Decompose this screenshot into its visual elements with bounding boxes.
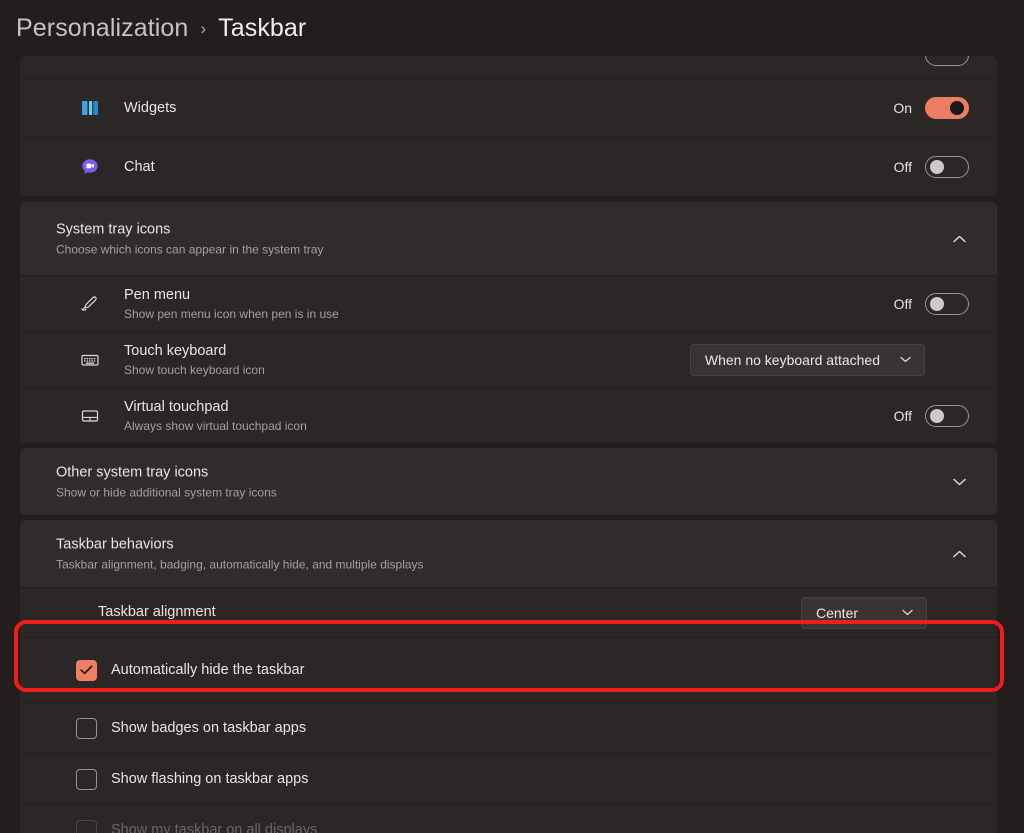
section-system-tray-icons-subtitle: Choose which icons can appear in the sys…	[56, 242, 324, 256]
row-virtual-touchpad-texts: Virtual touchpad Always show virtual tou…	[124, 398, 997, 434]
checkbox-group-show-badges[interactable]: Show badges on taskbar apps	[20, 717, 307, 739]
pen-menu-toggle[interactable]	[925, 292, 969, 315]
breadcrumb: Personalization › Taskbar	[0, 0, 1024, 56]
row-touch-keyboard[interactable]: Touch keyboard Show touch keyboard icon …	[20, 332, 997, 387]
section-header-taskbar-behaviors[interactable]: Taskbar behaviors Taskbar alignment, bad…	[20, 520, 997, 587]
section-other-system-tray-icons-subtitle: Show or hide additional system tray icon…	[56, 485, 277, 499]
section-other-system-tray-icons-texts: Other system tray icons Show or hide add…	[56, 463, 277, 500]
row-show-on-all-displays: Show my taskbar on all displays	[20, 805, 997, 833]
row-pen-menu-title: Pen menu	[124, 286, 191, 303]
breadcrumb-separator-icon: ›	[200, 19, 207, 38]
row-pen-menu[interactable]: Pen menu Show pen menu icon when pen is …	[20, 276, 997, 331]
checkbox-label-show-on-all-displays: Show my taskbar on all displays	[111, 822, 318, 833]
virtual-touchpad-toggle[interactable]	[925, 404, 969, 427]
chevron-down-icon	[900, 606, 914, 620]
chat-icon	[78, 155, 102, 179]
pen-menu-toggle-knob	[930, 296, 944, 311]
virtual-touchpad-toggle-label: Off	[893, 407, 912, 424]
chat-toggle-label: Off	[893, 159, 912, 175]
row-widgets[interactable]: Widgets On	[20, 79, 997, 137]
widgets-toggle-knob	[950, 101, 964, 115]
breadcrumb-parent-link[interactable]: Personalization	[16, 14, 188, 43]
chat-toggle[interactable]	[925, 156, 969, 178]
chat-toggle-knob	[930, 160, 944, 174]
settings-page: Personalization › Taskbar Widgets On Cha…	[0, 0, 1024, 833]
section-header-system-tray-icons[interactable]: System tray icons Choose which icons can…	[20, 202, 997, 275]
row-show-flashing[interactable]: Show flashing on taskbar apps	[20, 754, 997, 804]
row-virtual-touchpad-subtitle: Always show virtual touchpad icon	[124, 418, 307, 433]
checkbox-group-automatically-hide-taskbar[interactable]: Automatically hide the taskbar	[20, 659, 305, 681]
checkbox-label-show-badges: Show badges on taskbar apps	[111, 720, 307, 736]
touch-keyboard-dropdown-value: When no keyboard attached	[704, 351, 880, 368]
taskbar-alignment-dropdown-value: Center	[816, 604, 859, 621]
checkbox-show-flashing[interactable]	[76, 768, 97, 790]
chevron-up-icon[interactable]	[949, 544, 969, 564]
pen-menu-toggle-label: Off	[893, 295, 912, 312]
row-show-badges[interactable]: Show badges on taskbar apps	[20, 703, 997, 753]
checkbox-label-automatically-hide-taskbar: Automatically hide the taskbar	[111, 662, 305, 678]
section-taskbar-behaviors-texts: Taskbar behaviors Taskbar alignment, bad…	[56, 535, 424, 572]
row-pen-menu-subtitle: Show pen menu icon when pen is in use	[124, 306, 339, 321]
row-chat-title: Chat	[124, 158, 155, 175]
chevron-down-icon	[898, 353, 912, 367]
section-system-tray-icons-texts: System tray icons Choose which icons can…	[56, 220, 323, 257]
row-virtual-touchpad[interactable]: Virtual touchpad Always show virtual tou…	[20, 388, 997, 443]
row-widgets-title: Widgets	[124, 99, 177, 116]
pen-menu-toggle-group[interactable]: Off	[893, 292, 969, 315]
row-automatically-hide-taskbar[interactable]: Automatically hide the taskbar	[20, 638, 997, 702]
chat-toggle-group[interactable]: Off	[894, 156, 969, 178]
section-other-system-tray-icons-title: Other system tray icons	[56, 464, 209, 480]
section-header-other-system-tray-icons[interactable]: Other system tray icons Show or hide add…	[20, 448, 997, 515]
widgets-icon	[78, 96, 102, 120]
touch-keyboard-dropdown[interactable]: When no keyboard attached	[689, 343, 925, 376]
taskbar-alignment-dropdown[interactable]: Center	[801, 596, 927, 629]
partial-row-above[interactable]	[20, 56, 997, 78]
chevron-down-icon[interactable]	[949, 472, 969, 492]
widgets-toggle[interactable]	[925, 97, 969, 119]
checkbox-automatically-hide-taskbar[interactable]	[76, 659, 97, 681]
pen-icon	[78, 292, 102, 316]
section-taskbar-behaviors-subtitle: Taskbar alignment, badging, automaticall…	[56, 557, 424, 571]
chevron-up-icon[interactable]	[949, 229, 969, 249]
row-chat-texts: Chat	[124, 158, 997, 177]
partial-toggle[interactable]	[925, 56, 969, 66]
row-taskbar-alignment[interactable]: Taskbar alignment Center	[20, 588, 997, 637]
virtual-touchpad-toggle-knob	[930, 408, 944, 423]
row-pen-menu-texts: Pen menu Show pen menu icon when pen is …	[124, 286, 997, 322]
section-system-tray-icons-title: System tray icons	[56, 221, 171, 237]
checkbox-group-show-on-all-displays: Show my taskbar on all displays	[20, 819, 318, 833]
checkbox-label-show-flashing: Show flashing on taskbar apps	[111, 771, 309, 787]
virtual-touchpad-toggle-group[interactable]: Off	[893, 404, 969, 427]
touchpad-icon	[78, 404, 102, 428]
section-taskbar-behaviors-title: Taskbar behaviors	[56, 536, 174, 552]
row-chat[interactable]: Chat Off	[20, 138, 997, 196]
settings-scroll-area[interactable]: Widgets On Chat Off System tray icons Ch…	[0, 56, 1024, 833]
widgets-toggle-group[interactable]: On	[893, 97, 969, 119]
page-title: Taskbar	[218, 13, 307, 42]
checkbox-group-show-flashing[interactable]: Show flashing on taskbar apps	[20, 768, 309, 790]
checkbox-show-badges[interactable]	[76, 717, 97, 739]
keyboard-icon	[78, 348, 102, 372]
row-widgets-texts: Widgets	[124, 99, 997, 118]
checkbox-show-on-all-displays	[76, 819, 97, 833]
widgets-toggle-label: On	[893, 100, 912, 116]
row-virtual-touchpad-title: Virtual touchpad	[124, 398, 229, 415]
